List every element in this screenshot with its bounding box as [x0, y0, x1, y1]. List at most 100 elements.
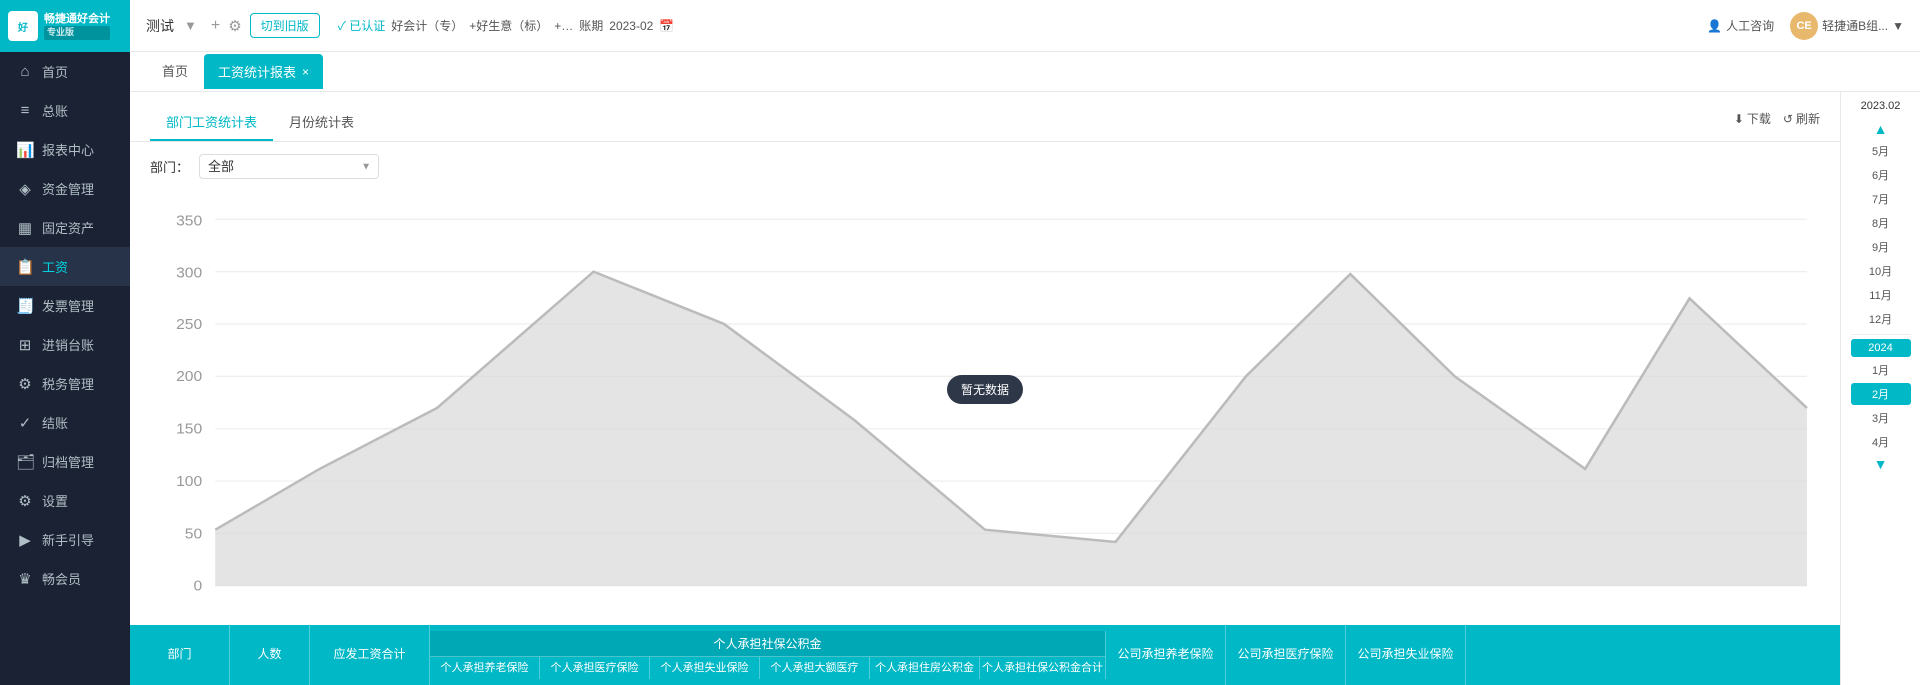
sidebar-item-salary[interactable]: 📋 工资 — [0, 247, 130, 286]
th-personal-housing-fund: 个人承担住房公积金 — [870, 657, 980, 679]
th-personal-pension: 个人承担养老保险 — [430, 657, 540, 679]
refresh-button[interactable]: ↺ 刷新 — [1783, 110, 1820, 127]
month-btn-5[interactable]: 5月 — [1851, 140, 1911, 162]
year-up-button[interactable]: ▲ — [1874, 119, 1888, 139]
ai-consult-label: 人工咨询 — [1726, 17, 1774, 34]
sidebar-item-label: 设置 — [42, 491, 68, 510]
tab-home[interactable]: 首页 — [146, 53, 204, 90]
subtab-month[interactable]: 月份统计表 — [273, 104, 370, 141]
th-headcount: 人数 — [230, 625, 310, 685]
switch-old-button[interactable]: 切到旧版 — [250, 13, 320, 38]
month-btn-6[interactable]: 6月 — [1851, 164, 1911, 186]
ai-consult-button[interactable]: 👤 人工咨询 — [1707, 17, 1774, 34]
sidebar-item-funds[interactable]: ◈ 资金管理 — [0, 169, 130, 208]
settings-icon[interactable]: ⚙ — [228, 17, 241, 35]
refresh-icon: ↺ — [1783, 112, 1793, 126]
sidebar-item-close[interactable]: ✓ 结账 — [0, 403, 130, 442]
month-btn-7[interactable]: 7月 — [1851, 188, 1911, 210]
svg-text:200: 200 — [176, 369, 202, 385]
svg-text:150: 150 — [176, 421, 202, 437]
calendar-icon[interactable]: 📅 — [659, 19, 674, 33]
year-down-button[interactable]: ▼ — [1874, 454, 1888, 474]
close-period-icon: ✓ — [16, 414, 34, 432]
svg-text:350: 350 — [176, 213, 202, 229]
svg-text:250: 250 — [176, 316, 202, 332]
sidebar-item-label: 税务管理 — [42, 374, 94, 393]
topbar-title: 测试 — [146, 16, 174, 36]
month-btn-10[interactable]: 10月 — [1851, 260, 1911, 282]
th-group-children: 个人承担养老保险 个人承担医疗保险 个人承担失业保险 个人承担大额医疗 个人承担… — [430, 657, 1105, 679]
sidebar-item-reports[interactable]: 📊 报表中心 — [0, 130, 130, 169]
month-btn-4[interactable]: 4月 — [1851, 431, 1911, 453]
svg-text:300: 300 — [176, 265, 202, 281]
topbar-dropdown-arrow[interactable]: ▼ — [184, 18, 197, 33]
th-personal-total: 个人承担社保公积金合计 — [980, 657, 1105, 679]
sidebar-item-tax[interactable]: ⚙ 税务管理 — [0, 364, 130, 403]
chart-svg: 350 300 250 200 150 100 50 0 — [150, 201, 1820, 615]
th-personal-unemploy: 个人承担失业保险 — [650, 657, 760, 679]
th-personal-medical: 个人承担医疗保险 — [540, 657, 650, 679]
svg-text:100: 100 — [176, 473, 202, 489]
content-area: 部门工资统计表 月份统计表 ⬇ 下载 ↺ 刷新 部门： — [130, 92, 1920, 685]
sidebar-item-label: 总账 — [42, 101, 68, 120]
tab-salary-report[interactable]: 工资统计报表 × — [204, 54, 323, 89]
ai-icon: 👤 — [1707, 19, 1722, 33]
th-personal-insurance-group: 个人承担社保公积金 个人承担养老保险 个人承担医疗保险 个人承担失业保险 个人承… — [430, 631, 1106, 679]
sidebar-item-label: 发票管理 — [42, 296, 94, 315]
add-icon[interactable]: + — [211, 17, 220, 35]
filter-dept-label: 部门： — [150, 157, 189, 176]
user-avatar: CE — [1790, 12, 1818, 40]
ledger-icon: ≡ — [16, 102, 34, 119]
topbar-status: ✓ 已认证 好会计（专） +好生意（标） +… 账期 2023-02 📅 — [338, 17, 675, 34]
topbar: 测试 ▼ + ⚙ 切到旧版 ✓ 已认证 好会计（专） +好生意（标） +… 账期… — [130, 0, 1920, 52]
download-button[interactable]: ⬇ 下载 — [1734, 110, 1771, 127]
dept-filter-select[interactable]: 全部 财务部 销售部 技术部 行政部 — [199, 154, 379, 179]
chart-container: 350 300 250 200 150 100 50 0 — [150, 201, 1820, 615]
tabbar: 首页 工资统计报表 × — [130, 52, 1920, 92]
download-icon: ⬇ — [1734, 112, 1744, 126]
year-divider — [1851, 334, 1911, 335]
month-btn-1[interactable]: 1月 — [1851, 359, 1911, 381]
sidebar-item-archive[interactable]: 🗂 归档管理 — [0, 442, 130, 481]
sidebar-item-newguide[interactable]: ▶ 新手引导 — [0, 520, 130, 559]
sidebar-item-assets[interactable]: ▦ 固定资产 — [0, 208, 130, 247]
content-main: 部门工资统计表 月份统计表 ⬇ 下载 ↺ 刷新 部门： — [130, 92, 1840, 685]
sidebar-item-member[interactable]: ♛ 畅会员 — [0, 559, 130, 598]
sidebar-item-sales[interactable]: ⊞ 进销台账 — [0, 325, 130, 364]
sidebar-item-label: 归档管理 — [42, 452, 94, 471]
subtabs-actions: ⬇ 下载 ↺ 刷新 — [1734, 110, 1820, 135]
sidebar-item-label: 首页 — [42, 62, 68, 81]
sidebar-item-invoice[interactable]: 🧾 发票管理 — [0, 286, 130, 325]
funds-icon: ◈ — [16, 180, 34, 198]
month-btn-9[interactable]: 9月 — [1851, 236, 1911, 258]
user-name: 轻捷通B组... — [1822, 17, 1888, 34]
sidebar-item-ledger[interactable]: ≡ 总账 — [0, 91, 130, 130]
month-btn-3[interactable]: 3月 — [1851, 407, 1911, 429]
month-btn-12[interactable]: 12月 — [1851, 308, 1911, 330]
tab-close-button[interactable]: × — [302, 65, 309, 79]
sidebar-item-label: 工资 — [42, 257, 68, 276]
period-label: 账期 — [579, 17, 603, 34]
year-2024-label[interactable]: 2024 — [1851, 339, 1911, 357]
month-btn-8[interactable]: 8月 — [1851, 212, 1911, 234]
sidebar-item-settings[interactable]: ⚙ 设置 — [0, 481, 130, 520]
main-area: 测试 ▼ + ⚙ 切到旧版 ✓ 已认证 好会计（专） +好生意（标） +… 账期… — [130, 0, 1920, 685]
svg-text:50: 50 — [185, 526, 202, 542]
logo-text: 畅捷通好会计 专业版 — [44, 12, 110, 40]
subtab-dept[interactable]: 部门工资统计表 — [150, 104, 273, 141]
th-group-label: 个人承担社保公积金 — [430, 631, 1105, 657]
month-btn-11[interactable]: 11月 — [1851, 284, 1911, 306]
sidebar-item-label: 资金管理 — [42, 179, 94, 198]
svg-text:0: 0 — [193, 578, 202, 594]
th-company-pension: 公司承担养老保险 — [1106, 625, 1226, 685]
chart-tooltip: 暂无数据 — [947, 375, 1023, 404]
user-dropdown-arrow: ▼ — [1892, 19, 1904, 33]
salary-icon: 📋 — [16, 258, 34, 276]
subtabs: 部门工资统计表 月份统计表 ⬇ 下载 ↺ 刷新 — [130, 92, 1840, 142]
sidebar-item-home[interactable]: ⌂ 首页 — [0, 52, 130, 91]
tab-label: 工资统计报表 — [218, 62, 296, 81]
sidebar-item-label: 结账 — [42, 413, 68, 432]
user-menu[interactable]: CE 轻捷通B组... ▼ — [1790, 12, 1904, 40]
month-btn-2-active[interactable]: 2月 — [1851, 383, 1911, 405]
chart-area: 350 300 250 200 150 100 50 0 — [130, 191, 1840, 625]
